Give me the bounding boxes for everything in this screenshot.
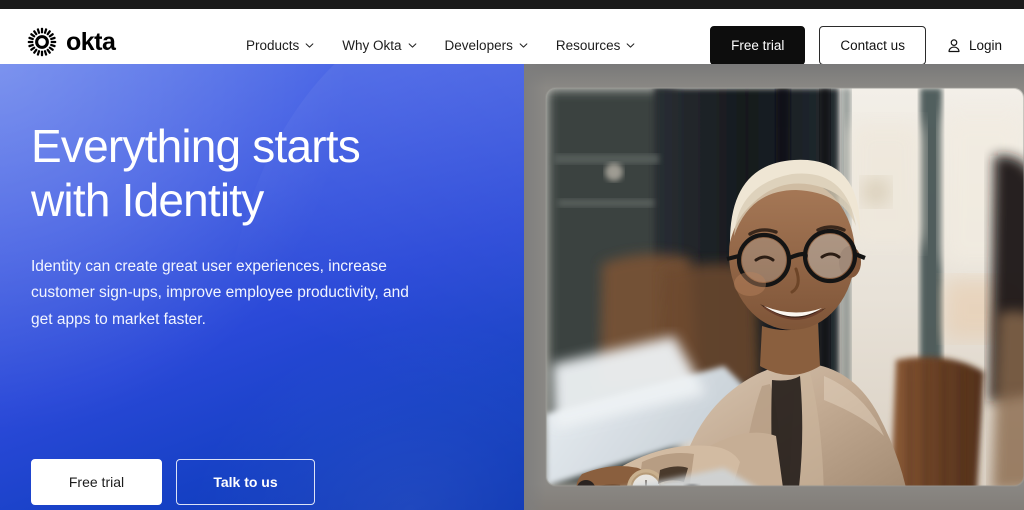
hero-blue-panel: Everything starts with Identity Identity… <box>0 64 528 510</box>
hero-talk-to-us-button[interactable]: Talk to us <box>176 459 315 505</box>
nav-label-products: Products <box>246 38 300 53</box>
nav-label-why-okta: Why Okta <box>342 38 402 53</box>
hero-subtitle: Identity can create great user experienc… <box>31 257 409 328</box>
hero-copy: Everything starts with Identity Identity… <box>31 120 461 334</box>
okta-homepage: okta Products Why Okta Developers Resour… <box>0 0 1024 510</box>
hero-section: Everything starts with Identity Identity… <box>0 64 1024 510</box>
header-free-trial-button[interactable]: Free trial <box>710 26 806 65</box>
contact-us-button[interactable]: Contact us <box>819 26 926 65</box>
nav-label-resources: Resources <box>555 38 621 53</box>
nav-item-why-okta[interactable]: Why Okta <box>342 38 416 53</box>
chevron-down-icon <box>305 43 314 48</box>
nav-label-developers: Developers <box>444 38 513 53</box>
chevron-down-icon <box>627 43 635 48</box>
login-label: Login <box>968 38 1002 53</box>
okta-wordmark: okta <box>66 27 116 56</box>
hero-title-line-1: Everything starts <box>31 120 361 172</box>
person-icon <box>948 38 960 52</box>
hero-cta-group: Free trial Talk to us <box>31 459 315 505</box>
hero-free-trial-button[interactable]: Free trial <box>31 459 162 505</box>
page-title: Everything starts with Identity <box>31 120 461 228</box>
hero-photo-illustration <box>524 64 1024 510</box>
top-utility-bar <box>0 0 1024 9</box>
okta-logo[interactable]: okta <box>27 27 116 57</box>
hero-image <box>524 64 1024 510</box>
nav-item-products[interactable]: Products <box>246 38 314 53</box>
site-header: okta Products Why Okta Developers Resour… <box>0 9 1024 65</box>
hero-title-line-2: with Identity <box>31 173 264 226</box>
nav-item-resources[interactable]: Resources <box>556 38 636 53</box>
nav-item-developers[interactable]: Developers <box>445 38 528 53</box>
chevron-down-icon <box>519 43 528 48</box>
login-link[interactable]: Login <box>940 38 1002 54</box>
okta-starburst-icon <box>27 27 57 57</box>
chevron-down-icon <box>408 43 416 48</box>
